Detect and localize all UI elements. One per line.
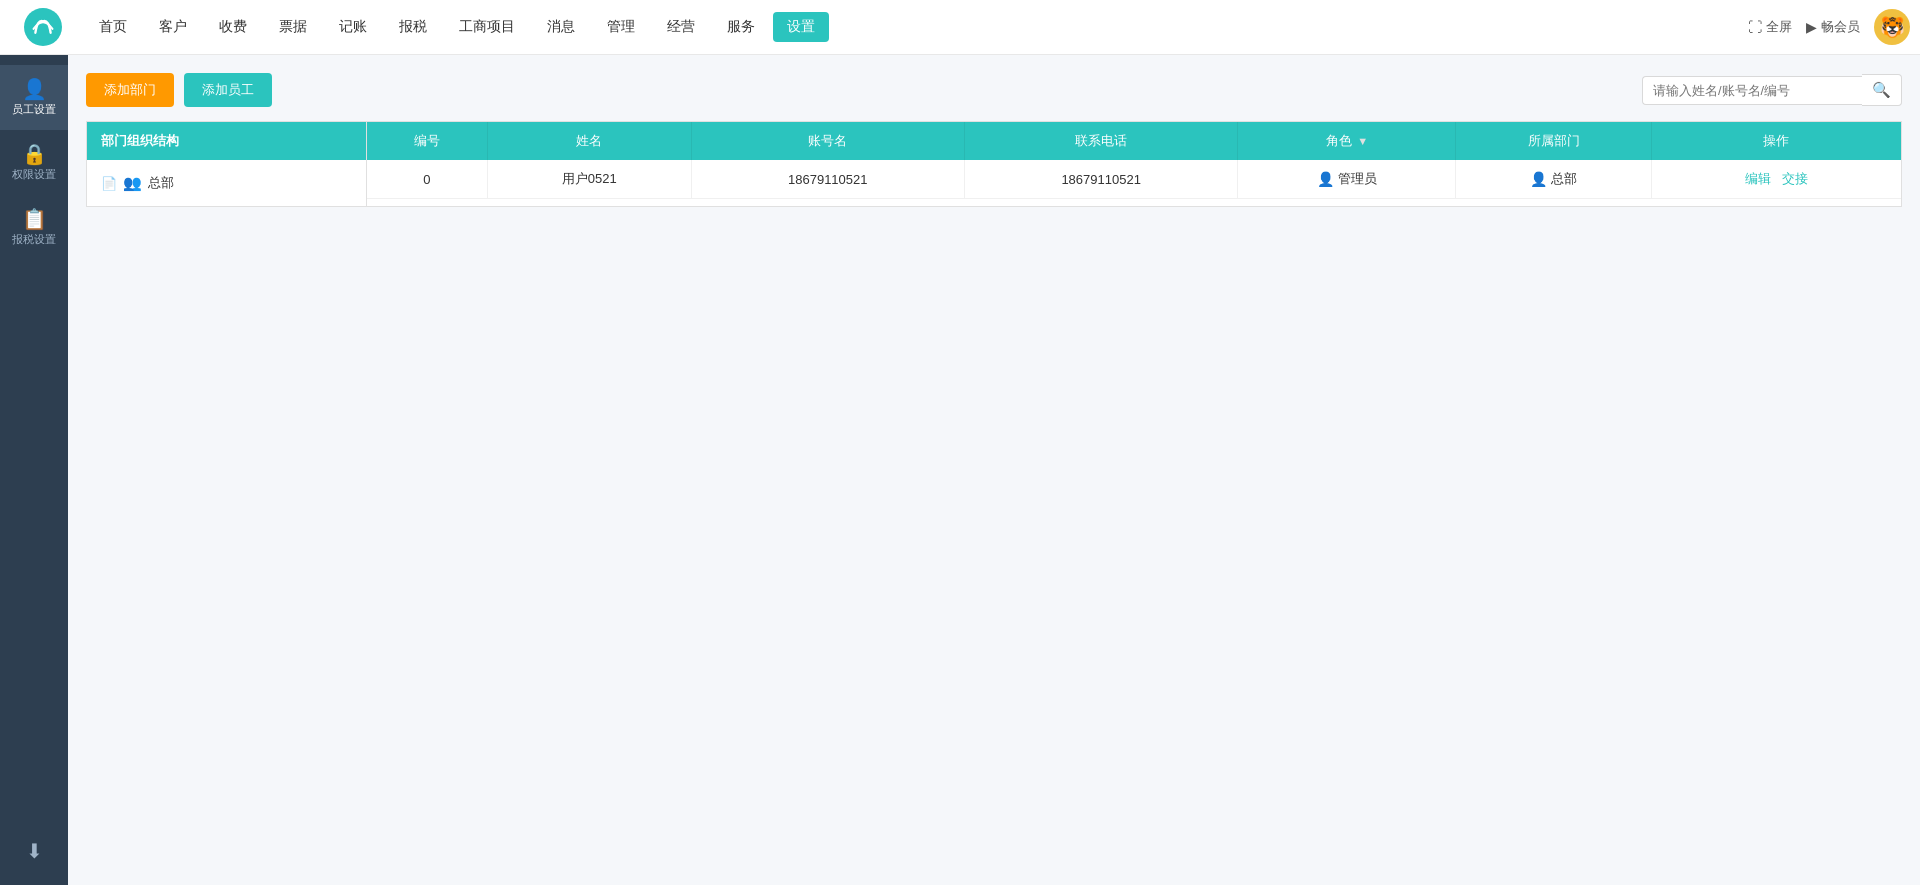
role-icon: 👤 — [1317, 171, 1334, 187]
member-label: 畅会员 — [1821, 18, 1860, 36]
nav-fee[interactable]: 收费 — [205, 12, 261, 42]
add-employee-button[interactable]: 添加员工 — [184, 73, 272, 107]
nav-items: 首页 客户 收费 票据 记账 报税 工商项目 消息 管理 经营 服务 设置 — [75, 12, 1748, 42]
sidebar-bottom-button[interactable]: ⬇ — [0, 827, 68, 875]
video-icon: ▶ — [1806, 19, 1817, 35]
sidebar-item-employee[interactable]: 👤 员工设置 — [0, 65, 68, 130]
logo — [10, 8, 75, 46]
col-header-dept: 所属部门 — [1456, 122, 1651, 160]
col-header-role: 角色 ▼ — [1238, 122, 1456, 160]
file-icon: 📄 — [101, 176, 117, 191]
nav-manage[interactable]: 管理 — [593, 12, 649, 42]
nav-operation[interactable]: 经营 — [653, 12, 709, 42]
cell-phone: 18679110521 — [964, 160, 1237, 199]
lock-icon: 🔒 — [22, 144, 47, 164]
employee-icon: 👤 — [22, 79, 47, 99]
dept-tree-header: 部门组织结构 — [87, 122, 366, 160]
cell-name: 用户0521 — [487, 160, 691, 199]
add-dept-button[interactable]: 添加部门 — [86, 73, 174, 107]
cell-action: 编辑 交接 — [1651, 160, 1901, 199]
handover-link[interactable]: 交接 — [1782, 171, 1808, 186]
table-header-row: 编号 姓名 账号名 联系电话 角色 ▼ 所属部门 操作 — [367, 122, 1901, 160]
dept-tree-item-root[interactable]: 📄 👥 总部 — [101, 170, 352, 196]
download-icon: ⬇ — [26, 841, 43, 861]
sidebar: 👤 员工设置 🔒 权限设置 📋 报税设置 ⬇ — [0, 55, 68, 885]
sidebar-permission-label: 权限设置 — [12, 168, 56, 181]
dept-name: 总部 — [148, 174, 174, 192]
nav-service[interactable]: 服务 — [713, 12, 769, 42]
main-layout: 👤 员工设置 🔒 权限设置 📋 报税设置 ⬇ 添加部门 添加员工 🔍 — [0, 55, 1920, 885]
svg-point-0 — [24, 8, 62, 46]
member-button[interactable]: ▶ 畅会员 — [1806, 18, 1860, 36]
toolbar: 添加部门 添加员工 🔍 — [86, 73, 1902, 107]
nav-business[interactable]: 工商项目 — [445, 12, 529, 42]
dept-tree: 部门组织结构 📄 👥 总部 — [87, 122, 367, 206]
sidebar-employee-label: 员工设置 — [12, 103, 56, 116]
role-filter-icon[interactable]: ▼ — [1357, 135, 1368, 147]
nav-message[interactable]: 消息 — [533, 12, 589, 42]
fullscreen-label: 全屏 — [1766, 18, 1792, 36]
fullscreen-button[interactable]: ⛶ 全屏 — [1748, 18, 1792, 36]
nav-invoice[interactable]: 票据 — [265, 12, 321, 42]
sidebar-bottom: ⬇ — [0, 827, 68, 885]
col-header-account: 账号名 — [691, 122, 964, 160]
table-wrapper: 部门组织结构 📄 👥 总部 编号 姓名 账号名 — [86, 121, 1902, 207]
dept-tree-body: 📄 👥 总部 — [87, 160, 366, 206]
col-header-name: 姓名 — [487, 122, 691, 160]
search-button[interactable]: 🔍 — [1862, 74, 1902, 106]
nav-settings[interactable]: 设置 — [773, 12, 829, 42]
dept-person-icon: 👤 — [1530, 171, 1547, 187]
nav-accounting[interactable]: 记账 — [325, 12, 381, 42]
fullscreen-icon: ⛶ — [1748, 19, 1762, 35]
nav-right: ⛶ 全屏 ▶ 畅会员 🐯 — [1748, 9, 1910, 45]
sidebar-item-tax-settings[interactable]: 📋 报税设置 — [0, 195, 68, 260]
nav-home[interactable]: 首页 — [85, 12, 141, 42]
cell-dept: 👤 总部 — [1456, 160, 1651, 199]
col-header-id: 编号 — [367, 122, 487, 160]
nav-customer[interactable]: 客户 — [145, 12, 201, 42]
cell-id: 0 — [367, 160, 487, 199]
dept-tag: 👤 总部 — [1530, 170, 1577, 188]
group-icon: 👥 — [123, 174, 142, 192]
col-header-phone: 联系电话 — [964, 122, 1237, 160]
search-area: 🔍 — [1642, 74, 1902, 106]
table-row: 0 用户0521 18679110521 18679110521 👤 管理员 — [367, 160, 1901, 199]
top-nav: 首页 客户 收费 票据 记账 报税 工商项目 消息 管理 经营 服务 设置 ⛶ … — [0, 0, 1920, 55]
edit-link[interactable]: 编辑 — [1745, 171, 1771, 186]
employee-table: 编号 姓名 账号名 联系电话 角色 ▼ 所属部门 操作 — [367, 122, 1901, 206]
search-input[interactable] — [1642, 76, 1862, 105]
employee-data-table: 编号 姓名 账号名 联系电话 角色 ▼ 所属部门 操作 — [367, 122, 1901, 199]
sidebar-item-permission[interactable]: 🔒 权限设置 — [0, 130, 68, 195]
sidebar-tax-label: 报税设置 — [12, 233, 56, 246]
role-tag: 👤 管理员 — [1317, 170, 1377, 188]
user-avatar[interactable]: 🐯 — [1874, 9, 1910, 45]
cell-account: 18679110521 — [691, 160, 964, 199]
nav-tax[interactable]: 报税 — [385, 12, 441, 42]
cell-role: 👤 管理员 — [1238, 160, 1456, 199]
content-area: 添加部门 添加员工 🔍 部门组织结构 📄 👥 总部 — [68, 55, 1920, 885]
tax-settings-icon: 📋 — [22, 209, 47, 229]
col-header-action: 操作 — [1651, 122, 1901, 160]
